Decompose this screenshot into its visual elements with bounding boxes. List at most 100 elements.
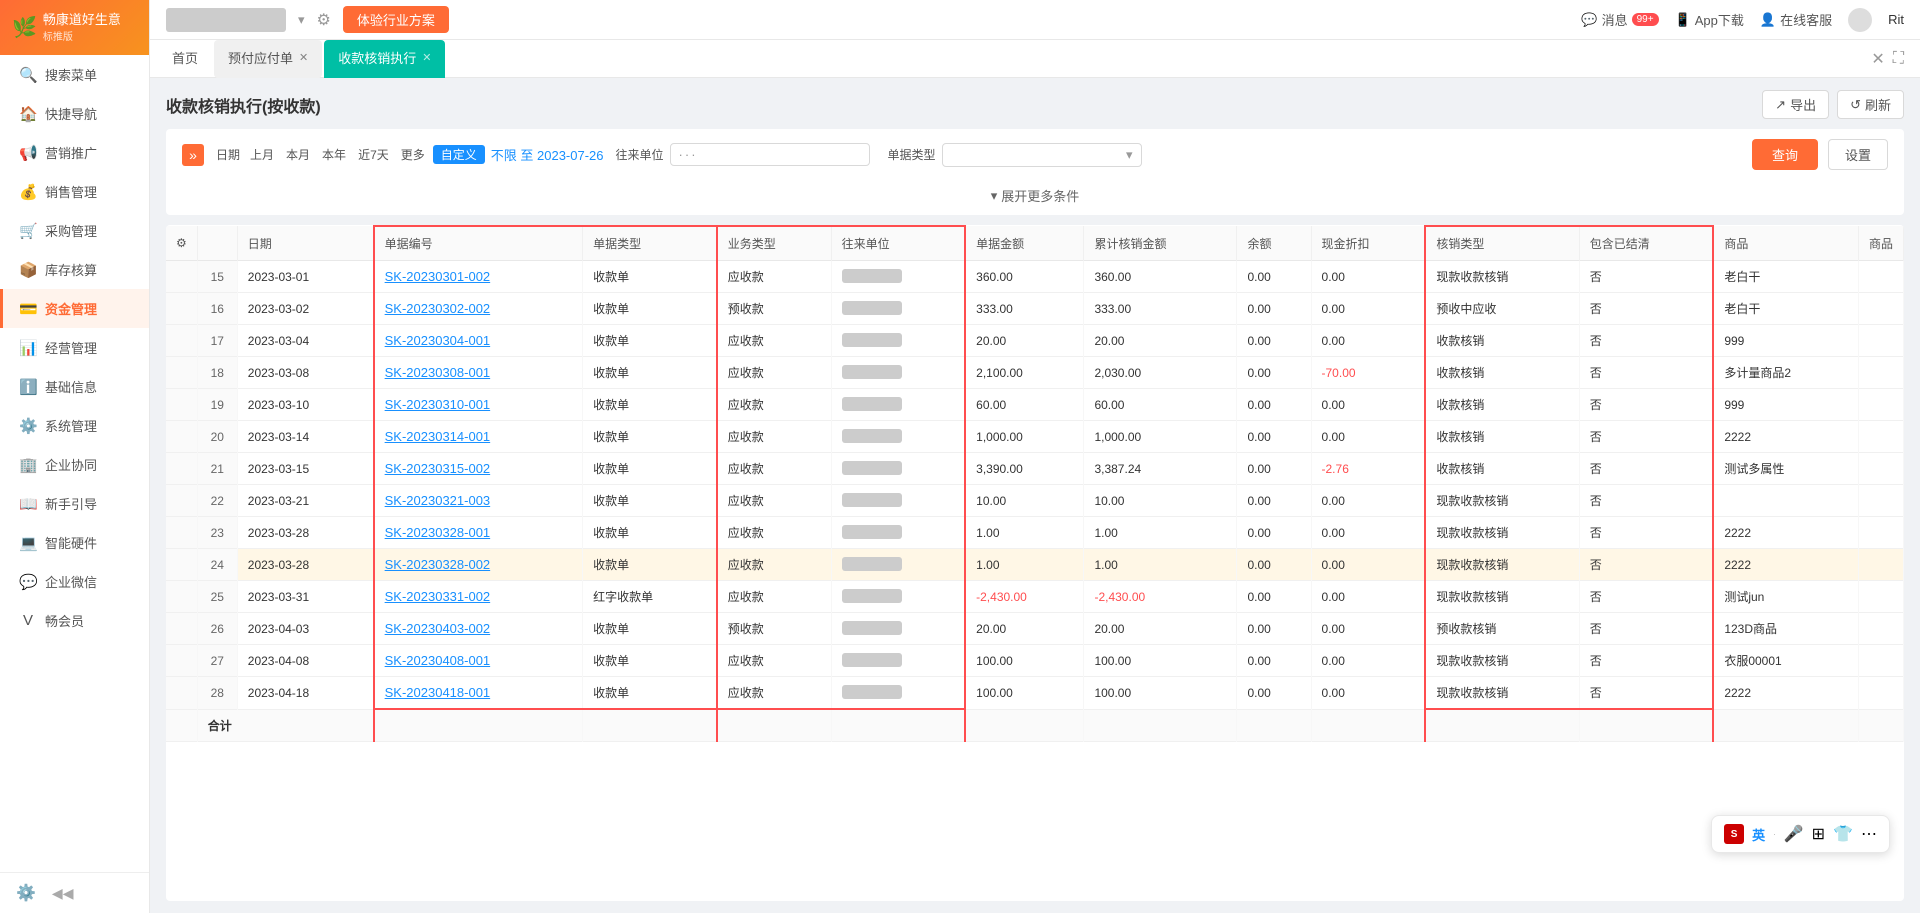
- cell-bill-no[interactable]: SK-20230408-001: [374, 645, 583, 677]
- cell-biz-type: 应收款: [717, 485, 831, 517]
- topbar-right: 💬 消息 99+ 📱 App下载 👤 在线客服 Rit: [1581, 8, 1904, 32]
- sidebar-item-vip[interactable]: V畅会员: [0, 601, 149, 640]
- sidebar-item-marketing[interactable]: 📢营销推广: [0, 133, 149, 172]
- table-scroll[interactable]: ⚙ 日期 单据编号 单据类型 业务类型 往来单位 单据金额 累计核销金额 余额: [166, 225, 1904, 901]
- date-last-month-btn[interactable]: 上月: [246, 144, 278, 165]
- sidebar-settings-icon[interactable]: ⚙️: [16, 883, 36, 903]
- cell-bill-no[interactable]: SK-20230328-002: [374, 549, 583, 581]
- cell-discount: 0.00: [1311, 485, 1425, 517]
- cell-balance: 0.00: [1237, 645, 1311, 677]
- sidebar-item-finance[interactable]: 💳资金管理: [0, 289, 149, 328]
- th-bill-type[interactable]: 单据类型: [583, 226, 717, 261]
- sidebar-menu: 🔍搜索菜单🏠快捷导航📢营销推广💰销售管理🛒采购管理📦库存核算💳资金管理📊经营管理…: [0, 55, 149, 872]
- brand-chevron-icon[interactable]: ▾: [298, 12, 305, 28]
- cell-bill-no[interactable]: SK-20230418-001: [374, 677, 583, 710]
- th-include-settled[interactable]: 包含已结清: [1579, 226, 1713, 261]
- sidebar-item-sales[interactable]: 💰销售管理: [0, 172, 149, 211]
- cell-bill-no[interactable]: SK-20230314-001: [374, 421, 583, 453]
- unit-filter-input[interactable]: ···: [670, 143, 870, 166]
- table-row: 25 2023-03-31 SK-20230331-002 红字收款单 应收款 …: [166, 581, 1904, 613]
- cell-date: 2023-03-15: [237, 453, 373, 485]
- cell-bill-no[interactable]: SK-20230302-002: [374, 293, 583, 325]
- sidebar-item-inventory[interactable]: 📦库存核算: [0, 250, 149, 289]
- filter-expand-button[interactable]: »: [182, 144, 204, 166]
- solution-button[interactable]: 体验行业方案: [343, 6, 449, 33]
- cell-sno: [166, 453, 197, 485]
- cell-bill-no[interactable]: SK-20230315-002: [374, 453, 583, 485]
- th-verify-type[interactable]: 核销类型: [1425, 226, 1579, 261]
- cell-discount: 0.00: [1311, 261, 1425, 293]
- query-button[interactable]: 查询: [1752, 139, 1818, 170]
- sidebar-item-search[interactable]: 🔍搜索菜单: [0, 55, 149, 94]
- filter-settings-button[interactable]: 设置: [1828, 139, 1888, 170]
- data-table-container: ⚙ 日期 单据编号 单据类型 业务类型 往来单位 单据金额 累计核销金额 余额: [166, 225, 1904, 901]
- tab-close-button[interactable]: ✕: [1871, 49, 1884, 69]
- cell-bill-no[interactable]: SK-20230328-001: [374, 517, 583, 549]
- th-date[interactable]: 日期: [237, 226, 373, 261]
- tab-prepay[interactable]: 预付应付单 ✕: [214, 40, 322, 78]
- sidebar-item-hardware[interactable]: 💻智能硬件: [0, 523, 149, 562]
- prepay-tab-label: 预付应付单: [228, 48, 293, 67]
- cell-bill-no[interactable]: SK-20230331-002: [374, 581, 583, 613]
- cell-bill-no[interactable]: SK-20230308-001: [374, 357, 583, 389]
- cell-bill-no[interactable]: SK-20230304-001: [374, 325, 583, 357]
- brand-selector[interactable]: [166, 8, 286, 32]
- th-bill-no[interactable]: 单据编号: [374, 226, 583, 261]
- sidebar-item-basic[interactable]: ℹ️基础信息: [0, 367, 149, 406]
- sidebar-item-purchase[interactable]: 🛒采购管理: [0, 211, 149, 250]
- popup-icon-more[interactable]: ⋯: [1861, 824, 1877, 844]
- cell-bill-no[interactable]: SK-20230321-003: [374, 485, 583, 517]
- cell-bill-no[interactable]: SK-20230403-002: [374, 613, 583, 645]
- online-service-btn[interactable]: 👤 在线客服: [1760, 10, 1832, 29]
- tab-home[interactable]: 首页: [158, 40, 212, 78]
- popup-icon-grid[interactable]: ⊞: [1812, 824, 1825, 844]
- cell-bill-no[interactable]: SK-20230301-002: [374, 261, 583, 293]
- sidebar-item-guide[interactable]: 📖新手引导: [0, 484, 149, 523]
- th-write-off[interactable]: 累计核销金额: [1084, 226, 1237, 261]
- sidebar-item-operations[interactable]: 📊经营管理: [0, 328, 149, 367]
- table-row: 27 2023-04-08 SK-20230408-001 收款单 应收款 10…: [166, 645, 1904, 677]
- th-settings[interactable]: ⚙: [166, 226, 197, 261]
- popup-icon-mic[interactable]: 🎤: [1784, 824, 1804, 844]
- tab-fullscreen-button[interactable]: ⛶: [1893, 50, 1904, 68]
- sidebar-inventory-label: 库存核算: [45, 260, 97, 279]
- prepay-tab-close-icon[interactable]: ✕: [299, 51, 308, 64]
- cell-bill-no[interactable]: SK-20230310-001: [374, 389, 583, 421]
- cell-amount: 1.00: [965, 517, 1084, 549]
- message-btn[interactable]: 💬 消息 99+: [1581, 10, 1658, 29]
- sidebar-item-enterprise[interactable]: 🏢企业协同: [0, 445, 149, 484]
- th-balance[interactable]: 余额: [1237, 226, 1311, 261]
- date-more-btn[interactable]: 更多: [397, 144, 429, 165]
- popup-icon-shirt[interactable]: 👕: [1833, 824, 1853, 844]
- expand-more-button[interactable]: ▾ 展开更多条件: [991, 186, 1080, 205]
- date-custom-btn[interactable]: 自定义: [433, 145, 485, 164]
- table-row: 24 2023-03-28 SK-20230328-002 收款单 应收款 1.…: [166, 549, 1904, 581]
- cell-verify-type: 收款核销: [1425, 453, 1579, 485]
- query-actions: 查询 设置: [1752, 139, 1888, 170]
- date-7days-btn[interactable]: 近7天: [354, 144, 393, 165]
- user-avatar[interactable]: [1848, 8, 1872, 32]
- sidebar-item-system[interactable]: ⚙️系统管理: [0, 406, 149, 445]
- th-amount[interactable]: 单据金额: [965, 226, 1084, 261]
- date-this-year-btn[interactable]: 本年: [318, 144, 350, 165]
- sidebar-item-quicknav[interactable]: 🏠快捷导航: [0, 94, 149, 133]
- popup-icon-dot[interactable]: ·: [1773, 830, 1776, 839]
- popup-icon-english[interactable]: 英: [1752, 825, 1765, 844]
- type-filter-select[interactable]: ▾: [942, 143, 1142, 167]
- refresh-button[interactable]: ↺ 刷新: [1837, 90, 1904, 119]
- th-unit[interactable]: 往来单位: [831, 226, 965, 261]
- service-icon: 👤: [1760, 12, 1776, 28]
- th-goods[interactable]: 商品: [1713, 226, 1858, 261]
- th-goods2[interactable]: 商品: [1858, 226, 1903, 261]
- th-discount[interactable]: 现金折扣: [1311, 226, 1425, 261]
- collection-tab-close-icon[interactable]: ✕: [422, 51, 431, 64]
- th-biz-type[interactable]: 业务类型: [717, 226, 831, 261]
- tab-collection[interactable]: 收款核销执行 ✕: [324, 40, 445, 78]
- export-button[interactable]: ↗ 导出: [1762, 90, 1829, 119]
- app-download-btn[interactable]: 📱 App下载: [1675, 10, 1744, 29]
- date-this-month-btn[interactable]: 本月: [282, 144, 314, 165]
- cell-balance: 0.00: [1237, 261, 1311, 293]
- sidebar-item-wechat[interactable]: 💬企业微信: [0, 562, 149, 601]
- sidebar-collapse-icon[interactable]: ◀◀: [52, 885, 74, 902]
- settings-gear-icon[interactable]: ⚙: [317, 10, 331, 30]
